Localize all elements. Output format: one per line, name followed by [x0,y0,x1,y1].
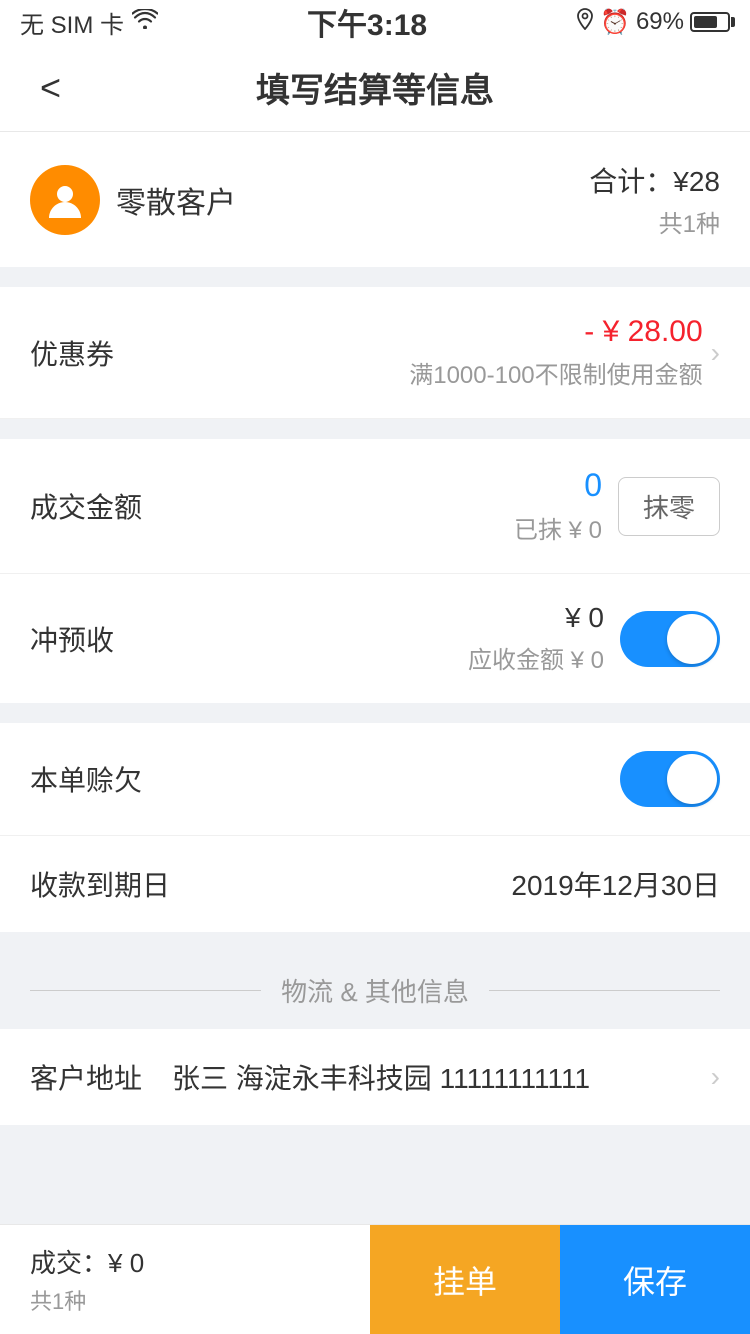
bottom-deal: 成交：¥ 0 [30,1243,340,1280]
deal-amount-value-block: 0 已抹 ¥ 0 [514,467,602,545]
coupon-section: 优惠券 - ¥ 28.00 满1000-100不限制使用金额 › [0,287,750,419]
address-row[interactable]: 客户地址 张三 海淀永丰科技园 11111111111 › [0,1029,750,1125]
bottom-count: 共1种 [30,1284,340,1316]
wifi-icon [132,8,158,36]
prepayment-sub: 应收金额 ¥ 0 [468,640,604,675]
customer-left: 零散客户 [30,165,236,235]
battery-text: 69% [636,8,684,36]
customer-count: 共1种 [589,204,720,239]
status-left: 无 SIM 卡 [20,5,158,40]
due-date-label: 收款到期日 [30,864,170,904]
bottom-info: 成交：¥ 0 共1种 [0,1225,370,1334]
hang-button[interactable]: 挂单 [370,1225,560,1334]
debt-toggle[interactable] [620,751,720,807]
save-button[interactable]: 保存 [560,1225,750,1334]
bottom-deal-label: 成交： [30,1248,108,1278]
deal-amount-right: 0 已抹 ¥ 0 抹零 [514,467,720,545]
status-time: 下午3:18 [307,0,427,44]
deal-amount-value: 0 [514,467,602,504]
customer-section: 零散客户 合计：¥28 共1种 [0,132,750,267]
status-bar: 无 SIM 卡 下午3:18 ⏰ 69% [0,0,750,44]
debt-row: 本单赊欠 [0,723,750,836]
coupon-label: 优惠券 [30,333,114,373]
prepayment-right: ¥ 0 应收金额 ¥ 0 [468,602,720,675]
due-date-row: 收款到期日 2019年12月30日 [0,836,750,932]
coupon-chevron-icon: › [711,337,720,369]
prepayment-toggle[interactable] [620,611,720,667]
bottom-deal-value: ¥ 0 [108,1248,144,1278]
nav-bar: < 填写结算等信息 [0,44,750,132]
location-icon [576,8,594,37]
coupon-row[interactable]: 优惠券 - ¥ 28.00 满1000-100不限制使用金额 › [0,287,750,419]
battery-icon [690,12,730,32]
debt-section: 本单赊欠 收款到期日 2019年12月30日 [0,723,750,932]
page-title: 填写结算等信息 [256,63,494,112]
content: 零散客户 合计：¥28 共1种 优惠券 - ¥ 28.00 满1000-100不… [0,132,750,1265]
customer-avatar [30,165,100,235]
prepayment-toggle-knob [667,614,717,664]
prepayment-value-block: ¥ 0 应收金额 ¥ 0 [468,602,604,675]
prepayment-row: 冲预收 ¥ 0 应收金额 ¥ 0 [0,574,750,703]
coupon-sub: 满1000-100不限制使用金额 [409,355,702,390]
address-label: 客户地址 [30,1057,142,1097]
prepayment-label: 冲预收 [30,619,114,659]
debt-right [620,751,720,807]
address-section: 客户地址 张三 海淀永丰科技园 11111111111 › [0,1029,750,1125]
prepayment-value: ¥ 0 [468,602,604,634]
coupon-value-block: - ¥ 28.00 满1000-100不限制使用金额 [409,315,702,390]
debt-toggle-knob [667,754,717,804]
logistics-header: 物流 & 其他信息 [0,952,750,1029]
alarm-icon: ⏰ [600,8,630,37]
logistics-title: 物流 & 其他信息 [281,972,469,1009]
coupon-right: - ¥ 28.00 满1000-100不限制使用金额 › [409,315,720,390]
address-chevron-icon: › [711,1061,720,1093]
bottom-bar: 成交：¥ 0 共1种 挂单 保存 [0,1224,750,1334]
debt-label: 本单赊欠 [30,759,142,799]
deal-amount-section: 成交金额 0 已抹 ¥ 0 抹零 冲预收 ¥ 0 应收金额 ¥ 0 [0,439,750,703]
no-sim-text: 无 SIM 卡 [20,5,124,40]
round-off-button[interactable]: 抹零 [618,477,720,536]
customer-name: 零散客户 [116,178,236,222]
coupon-discount: - ¥ 28.00 [409,315,702,349]
customer-right: 合计：¥28 共1种 [589,160,720,239]
status-right: ⏰ 69% [576,8,730,37]
address-value: 张三 海淀永丰科技园 11111111111 [172,1057,711,1097]
due-date-value: 2019年12月30日 [511,864,720,904]
customer-total: 合计：¥28 [589,160,720,200]
back-button[interactable]: < [30,57,71,119]
deal-amount-sub: 已抹 ¥ 0 [514,510,602,545]
deal-amount-label: 成交金额 [30,486,142,526]
deal-amount-row: 成交金额 0 已抹 ¥ 0 抹零 [0,439,750,574]
